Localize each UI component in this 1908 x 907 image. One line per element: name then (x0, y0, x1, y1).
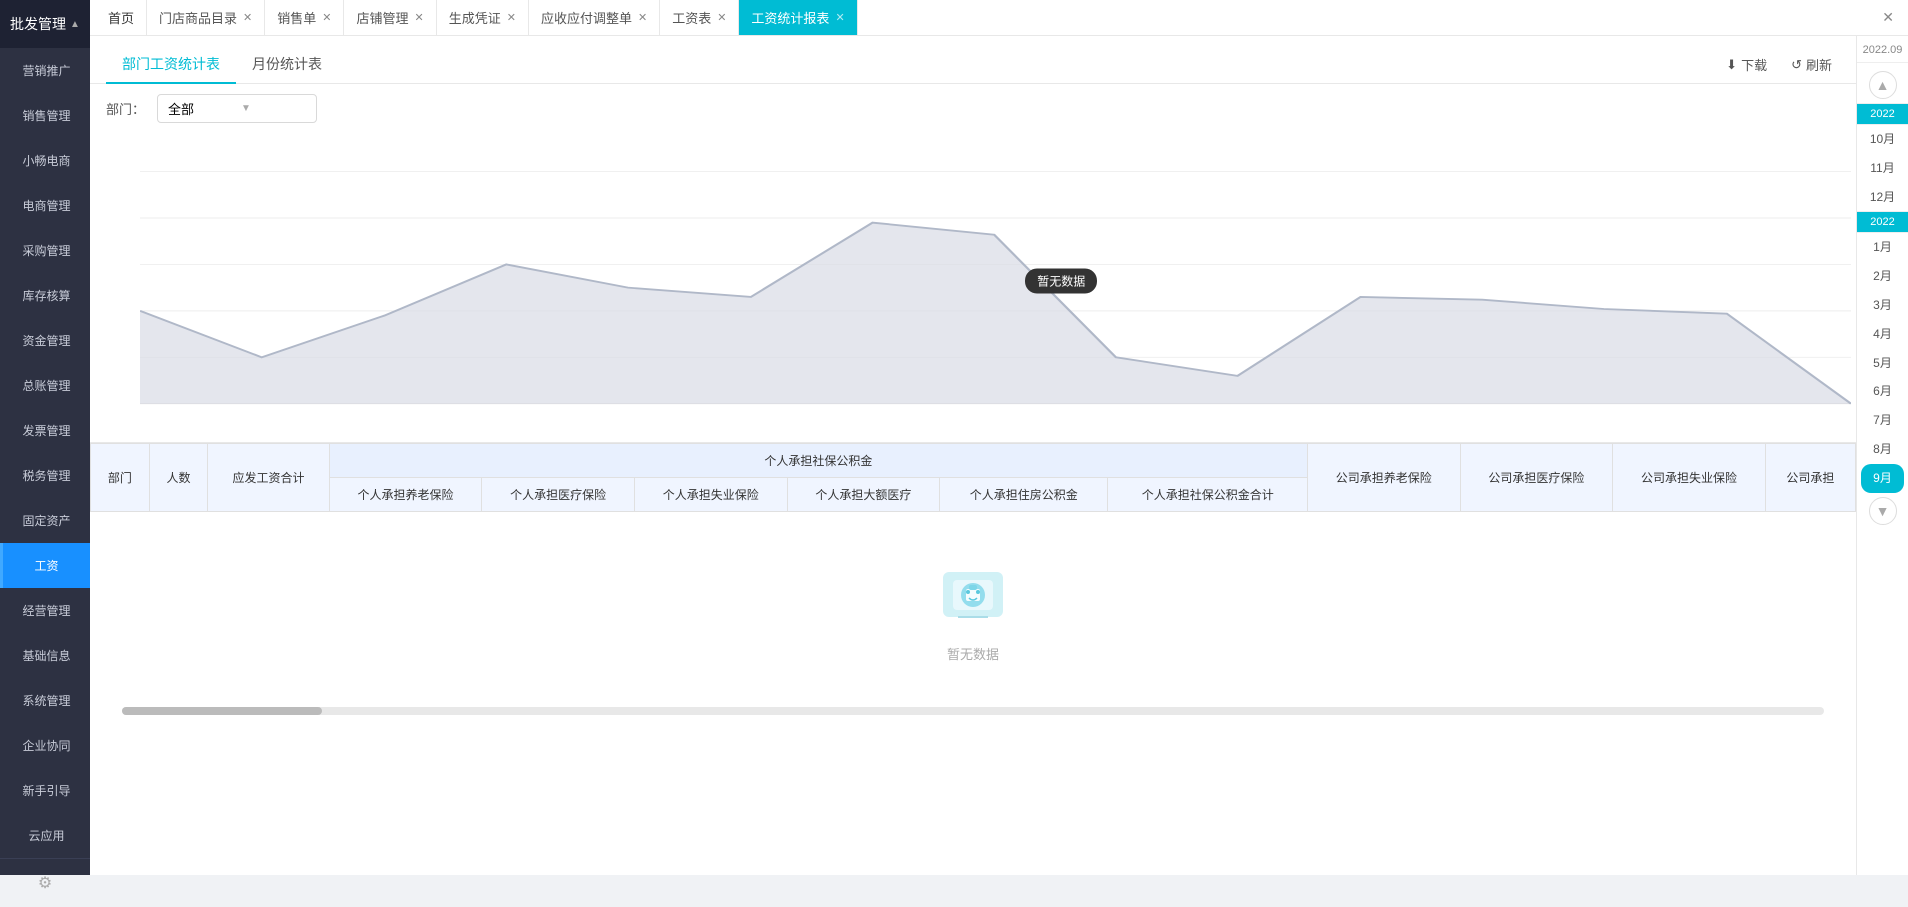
chevron-down-icon: ▼ (241, 103, 306, 114)
timeline-down-button[interactable]: ▼ (1869, 497, 1897, 525)
sub-tabs-actions: ⬇ 下载 ↺ 刷新 (1718, 51, 1840, 78)
col-company-medical: 公司承担医疗保险 (1460, 444, 1613, 512)
sidebar-item-cggl[interactable]: 采购管理 (0, 228, 90, 273)
scrollbar-thumb[interactable] (122, 707, 322, 715)
table-container[interactable]: 部门 人数 应发工资合计 个人承担社保公积金 公司承担养老保险 公司承担医疗保险… (90, 443, 1856, 875)
timeline-month-8[interactable]: 8月 (1857, 435, 1908, 464)
content-area: 部门工资统计表 月份统计表 ⬇ 下载 ↺ 刷新 (90, 36, 1908, 875)
filter-bar: 部门： 全部 ▼ (90, 84, 1856, 133)
timeline-month-3[interactable]: 3月 (1857, 291, 1908, 320)
col-personal-pension: 个人承担养老保险 (329, 478, 482, 512)
timeline-up-button[interactable]: ▲ (1869, 71, 1897, 99)
download-icon: ⬇ (1726, 57, 1737, 73)
sidebar-item-gz[interactable]: 工资 (0, 543, 90, 588)
close-all-tabs-button[interactable]: ✕ (1874, 5, 1902, 30)
empty-text: 暂无数据 (947, 644, 999, 663)
timeline-month-5[interactable]: 5月 (1857, 349, 1908, 378)
col-headcount: 人数 (149, 444, 208, 512)
settings-button[interactable]: ⚙ (0, 858, 90, 907)
horizontal-scrollbar[interactable] (122, 707, 1824, 715)
sidebar-item-fpgl[interactable]: 发票管理 (0, 408, 90, 453)
sidebar-item-jygl[interactable]: 经营管理 (0, 588, 90, 633)
dept-filter-value: 全部 (168, 99, 233, 118)
dept-filter-select[interactable]: 全部 ▼ (157, 94, 317, 123)
sidebar-toggle-icon: ▲ (70, 19, 80, 30)
tab-product[interactable]: 门店商品目录 ✕ (147, 0, 265, 36)
tab-home[interactable]: 首页 (96, 0, 147, 36)
close-tab-shop-icon[interactable]: ✕ (415, 11, 424, 24)
dept-filter-label: 部门： (106, 99, 145, 118)
timeline-month-10[interactable]: 10月 (1857, 125, 1908, 154)
sub-tab-month[interactable]: 月份统计表 (236, 46, 338, 84)
sidebar-item-gdzc[interactable]: 固定资产 (0, 498, 90, 543)
col-company-more: 公司承担 (1765, 444, 1855, 512)
tab-report[interactable]: 工资统计报表 ✕ (739, 0, 857, 36)
col-personal-housing: 个人承担住房公积金 (940, 478, 1108, 512)
sidebar-item-swgl[interactable]: 税务管理 (0, 453, 90, 498)
chart-area: 0 100 200 300 400 500 (90, 133, 1856, 443)
close-tab-adjust-icon[interactable]: ✕ (638, 11, 647, 24)
col-personal-major-medical: 个人承担大额医疗 (787, 478, 940, 512)
col-company-unemployment: 公司承担失业保险 (1613, 444, 1766, 512)
timeline-month-4[interactable]: 4月 (1857, 320, 1908, 349)
close-tab-report-icon[interactable]: ✕ (835, 11, 844, 24)
sidebar: 批发管理 ▲ 营销推广 销售管理 小畅电商 电商管理 采购管理 库存核算 资金管… (0, 0, 90, 875)
timeline-year-2022[interactable]: 2022 (1857, 103, 1908, 125)
close-tab-sales-icon[interactable]: ✕ (322, 11, 331, 24)
col-company-pension: 公司承担养老保险 (1308, 444, 1461, 512)
close-tab-payroll-icon[interactable]: ✕ (717, 11, 726, 24)
sidebar-item-kchs[interactable]: 库存核算 (0, 273, 90, 318)
close-tab-product-icon[interactable]: ✕ (243, 11, 252, 24)
sidebar-item-zzgl[interactable]: 总账管理 (0, 363, 90, 408)
col-personal-medical: 个人承担医疗保险 (482, 478, 635, 512)
empty-illustration (933, 552, 1013, 632)
tabs-end-controls: ✕ (1874, 5, 1902, 30)
tab-shop[interactable]: 店铺管理 ✕ (344, 0, 436, 36)
page-content: 部门工资统计表 月份统计表 ⬇ 下载 ↺ 刷新 (90, 36, 1856, 875)
sidebar-item-zjgl[interactable]: 资金管理 (0, 318, 90, 363)
tab-payroll[interactable]: 工资表 ✕ (660, 0, 739, 36)
sidebar-item-qyxt[interactable]: 企业协同 (0, 723, 90, 768)
chart-svg: 0 100 200 300 400 500 (140, 153, 1851, 413)
refresh-button[interactable]: ↺ 刷新 (1783, 51, 1840, 78)
sidebar-item-dsgl[interactable]: 电商管理 (0, 183, 90, 228)
top-tabs-bar: 首页 门店商品目录 ✕ 销售单 ✕ 店铺管理 ✕ 生成凭证 ✕ 应收应付调整单 … (90, 0, 1908, 36)
timeline-month-1[interactable]: 1月 (1857, 233, 1908, 262)
sidebar-item-jcxx[interactable]: 基础信息 (0, 633, 90, 678)
timeline-month-12[interactable]: 12月 (1857, 183, 1908, 212)
sidebar-item-yxitg[interactable]: 营销推广 (0, 48, 90, 93)
sidebar-item-xdsc[interactable]: 小畅电商 (0, 138, 90, 183)
sidebar-item-yyy[interactable]: 云应用 (0, 813, 90, 858)
main-area: 首页 门店商品目录 ✕ 销售单 ✕ 店铺管理 ✕ 生成凭证 ✕ 应收应付调整单 … (90, 0, 1908, 875)
sidebar-item-xsgl[interactable]: 销售管理 (0, 93, 90, 138)
sub-tab-dept[interactable]: 部门工资统计表 (106, 46, 236, 84)
timeline-panel: 2022.09 ▲ 2022 10月 11月 12月 2022 1月 2月 (1856, 36, 1908, 875)
tab-adjust[interactable]: 应收应付调整单 ✕ (529, 0, 660, 36)
data-table: 部门 人数 应发工资合计 个人承担社保公积金 公司承担养老保险 公司承担医疗保险… (90, 443, 1856, 512)
col-group-personal: 个人承担社保公积金 (329, 444, 1307, 478)
timeline-month-11[interactable]: 11月 (1857, 154, 1908, 183)
close-tab-voucher-icon[interactable]: ✕ (507, 11, 516, 24)
timeline-month-7[interactable]: 7月 (1857, 406, 1908, 435)
download-button[interactable]: ⬇ 下载 (1718, 51, 1775, 78)
sidebar-item-xsyd[interactable]: 新手引导 (0, 768, 90, 813)
timeline-current-date: 2022.09 (1857, 40, 1908, 63)
sidebar-title[interactable]: 批发管理 ▲ (0, 0, 90, 48)
timeline-month-9[interactable]: 9月 (1861, 464, 1904, 493)
tab-sales[interactable]: 销售单 ✕ (265, 0, 344, 36)
refresh-icon: ↺ (1791, 57, 1802, 73)
timeline-month-6[interactable]: 6月 (1857, 377, 1908, 406)
col-dept: 部门 (91, 444, 150, 512)
tab-voucher[interactable]: 生成凭证 ✕ (437, 0, 529, 36)
sidebar-item-xtgl[interactable]: 系统管理 (0, 678, 90, 723)
empty-state: 暂无数据 (90, 512, 1856, 703)
timeline-year-2022b[interactable]: 2022 (1857, 211, 1908, 233)
col-personal-total: 个人承担社保公积金合计 (1108, 478, 1308, 512)
col-total-salary: 应发工资合计 (208, 444, 329, 512)
timeline-month-2[interactable]: 2月 (1857, 262, 1908, 291)
col-personal-unemployment: 个人承担失业保险 (634, 478, 787, 512)
sub-tabs-bar: 部门工资统计表 月份统计表 ⬇ 下载 ↺ 刷新 (90, 36, 1856, 84)
